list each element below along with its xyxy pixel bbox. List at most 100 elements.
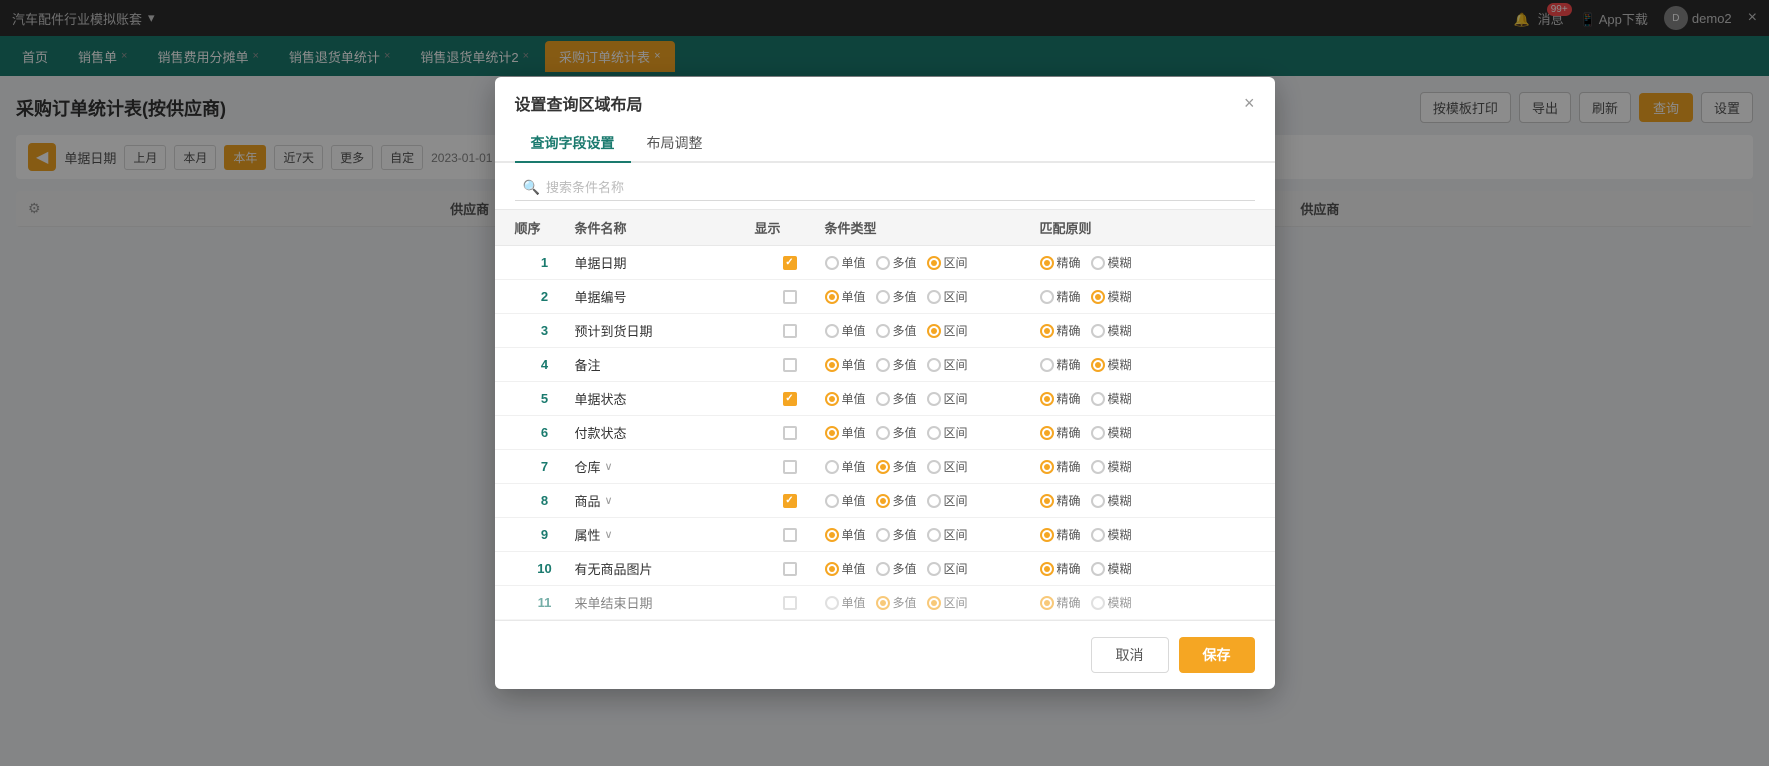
row-check[interactable] — [755, 358, 825, 372]
checkbox[interactable] — [783, 358, 797, 372]
checkbox[interactable] — [783, 392, 797, 406]
radio-circle — [927, 392, 941, 406]
radio-single[interactable]: 单值 — [825, 594, 866, 611]
radio-multi[interactable]: 多值 — [876, 254, 917, 271]
row-check[interactable] — [755, 596, 825, 610]
radio-circle-selected — [1040, 256, 1054, 270]
radio-single[interactable]: 单值 — [825, 560, 866, 577]
radio-range[interactable]: 区间 — [927, 254, 968, 271]
radio-range[interactable]: 区间 — [927, 424, 968, 441]
radio-exact[interactable]: 精确 — [1040, 254, 1081, 271]
row-num: 5 — [515, 391, 575, 406]
radio-single[interactable]: 单值 — [825, 526, 866, 543]
radio-fuzzy[interactable]: 模糊 — [1091, 390, 1132, 407]
radio-multi[interactable]: 多值 — [876, 424, 917, 441]
row-check[interactable] — [755, 290, 825, 304]
radio-exact[interactable]: 精确 — [1040, 356, 1081, 373]
radio-circle — [876, 392, 890, 406]
radio-exact[interactable]: 精确 — [1040, 424, 1081, 441]
checkbox[interactable] — [783, 494, 797, 508]
radio-fuzzy[interactable]: 模糊 — [1091, 322, 1132, 339]
radio-fuzzy[interactable]: 模糊 — [1091, 254, 1132, 271]
radio-multi[interactable]: 多值 — [876, 390, 917, 407]
row-check[interactable] — [755, 324, 825, 338]
radio-single[interactable]: 单值 — [825, 492, 866, 509]
row-check[interactable] — [755, 460, 825, 474]
radio-exact[interactable]: 精确 — [1040, 594, 1081, 611]
radio-single[interactable]: 单值 — [825, 458, 866, 475]
tab-layout-adjust[interactable]: 布局调整 — [631, 125, 719, 163]
row-match: 精确 模糊 — [1040, 254, 1255, 271]
radio-exact[interactable]: 精确 — [1040, 526, 1081, 543]
radio-fuzzy[interactable]: 模糊 — [1091, 356, 1132, 373]
radio-fuzzy[interactable]: 模糊 — [1091, 526, 1132, 543]
radio-range[interactable]: 区间 — [927, 322, 968, 339]
checkbox[interactable] — [783, 426, 797, 440]
radio-exact[interactable]: 精确 — [1040, 492, 1081, 509]
radio-exact[interactable]: 精确 — [1040, 560, 1081, 577]
col-type: 条件类型 — [825, 218, 1040, 237]
radio-multi[interactable]: 多值 — [876, 288, 917, 305]
radio-multi[interactable]: 多值 — [876, 322, 917, 339]
radio-fuzzy[interactable]: 模糊 — [1091, 594, 1132, 611]
radio-single[interactable]: 单值 — [825, 356, 866, 373]
radio-circle — [876, 324, 890, 338]
radio-exact[interactable]: 精确 — [1040, 288, 1081, 305]
radio-range[interactable]: 区间 — [927, 526, 968, 543]
radio-multi[interactable]: 多值 — [876, 526, 917, 543]
radio-multi[interactable]: 多值 — [876, 594, 917, 611]
radio-exact[interactable]: 精确 — [1040, 322, 1081, 339]
checkbox[interactable] — [783, 460, 797, 474]
row-check[interactable] — [755, 494, 825, 508]
checkbox[interactable] — [783, 256, 797, 270]
radio-range[interactable]: 区间 — [927, 594, 968, 611]
checkbox[interactable] — [783, 528, 797, 542]
save-button[interactable]: 保存 — [1179, 637, 1255, 673]
radio-range[interactable]: 区间 — [927, 560, 968, 577]
radio-single[interactable]: 单值 — [825, 322, 866, 339]
radio-range[interactable]: 区间 — [927, 288, 968, 305]
radio-circle — [1091, 392, 1105, 406]
radio-circle-selected — [1040, 562, 1054, 576]
radio-multi[interactable]: 多值 — [876, 458, 917, 475]
row-check[interactable] — [755, 562, 825, 576]
radio-single[interactable]: 单值 — [825, 390, 866, 407]
search-input[interactable] — [546, 180, 1247, 195]
radio-single[interactable]: 单值 — [825, 254, 866, 271]
radio-fuzzy[interactable]: 模糊 — [1091, 424, 1132, 441]
checkbox[interactable] — [783, 562, 797, 576]
dropdown-arrow-icon: ∨ — [605, 460, 613, 473]
row-num: 8 — [515, 493, 575, 508]
radio-fuzzy[interactable]: 模糊 — [1091, 288, 1132, 305]
radio-circle-selected — [1040, 324, 1054, 338]
table-row: 11 来单结束日期 单值 多值 区间 精确 模糊 — [495, 586, 1275, 620]
radio-fuzzy[interactable]: 模糊 — [1091, 458, 1132, 475]
row-num: 7 — [515, 459, 575, 474]
row-check[interactable] — [755, 528, 825, 542]
radio-single[interactable]: 单值 — [825, 288, 866, 305]
radio-range[interactable]: 区间 — [927, 458, 968, 475]
radio-multi[interactable]: 多值 — [876, 356, 917, 373]
radio-fuzzy[interactable]: 模糊 — [1091, 492, 1132, 509]
tab-query-fields[interactable]: 查询字段设置 — [515, 125, 631, 163]
row-check[interactable] — [755, 426, 825, 440]
row-check[interactable] — [755, 392, 825, 406]
checkbox[interactable] — [783, 324, 797, 338]
row-check[interactable] — [755, 256, 825, 270]
table-row: 6 付款状态 单值 多值 区间 精确 模糊 — [495, 416, 1275, 450]
radio-range[interactable]: 区间 — [927, 492, 968, 509]
checkbox[interactable] — [783, 596, 797, 610]
radio-multi[interactable]: 多值 — [876, 492, 917, 509]
radio-single[interactable]: 单值 — [825, 424, 866, 441]
cancel-button[interactable]: 取消 — [1091, 637, 1169, 673]
row-match: 精确 模糊 — [1040, 458, 1255, 475]
radio-multi[interactable]: 多值 — [876, 560, 917, 577]
checkbox[interactable] — [783, 290, 797, 304]
radio-exact[interactable]: 精确 — [1040, 458, 1081, 475]
radio-range[interactable]: 区间 — [927, 356, 968, 373]
radio-circle-selected — [1040, 426, 1054, 440]
radio-fuzzy[interactable]: 模糊 — [1091, 560, 1132, 577]
radio-exact[interactable]: 精确 — [1040, 390, 1081, 407]
dialog-close-button[interactable]: × — [1244, 93, 1255, 114]
radio-range[interactable]: 区间 — [927, 390, 968, 407]
